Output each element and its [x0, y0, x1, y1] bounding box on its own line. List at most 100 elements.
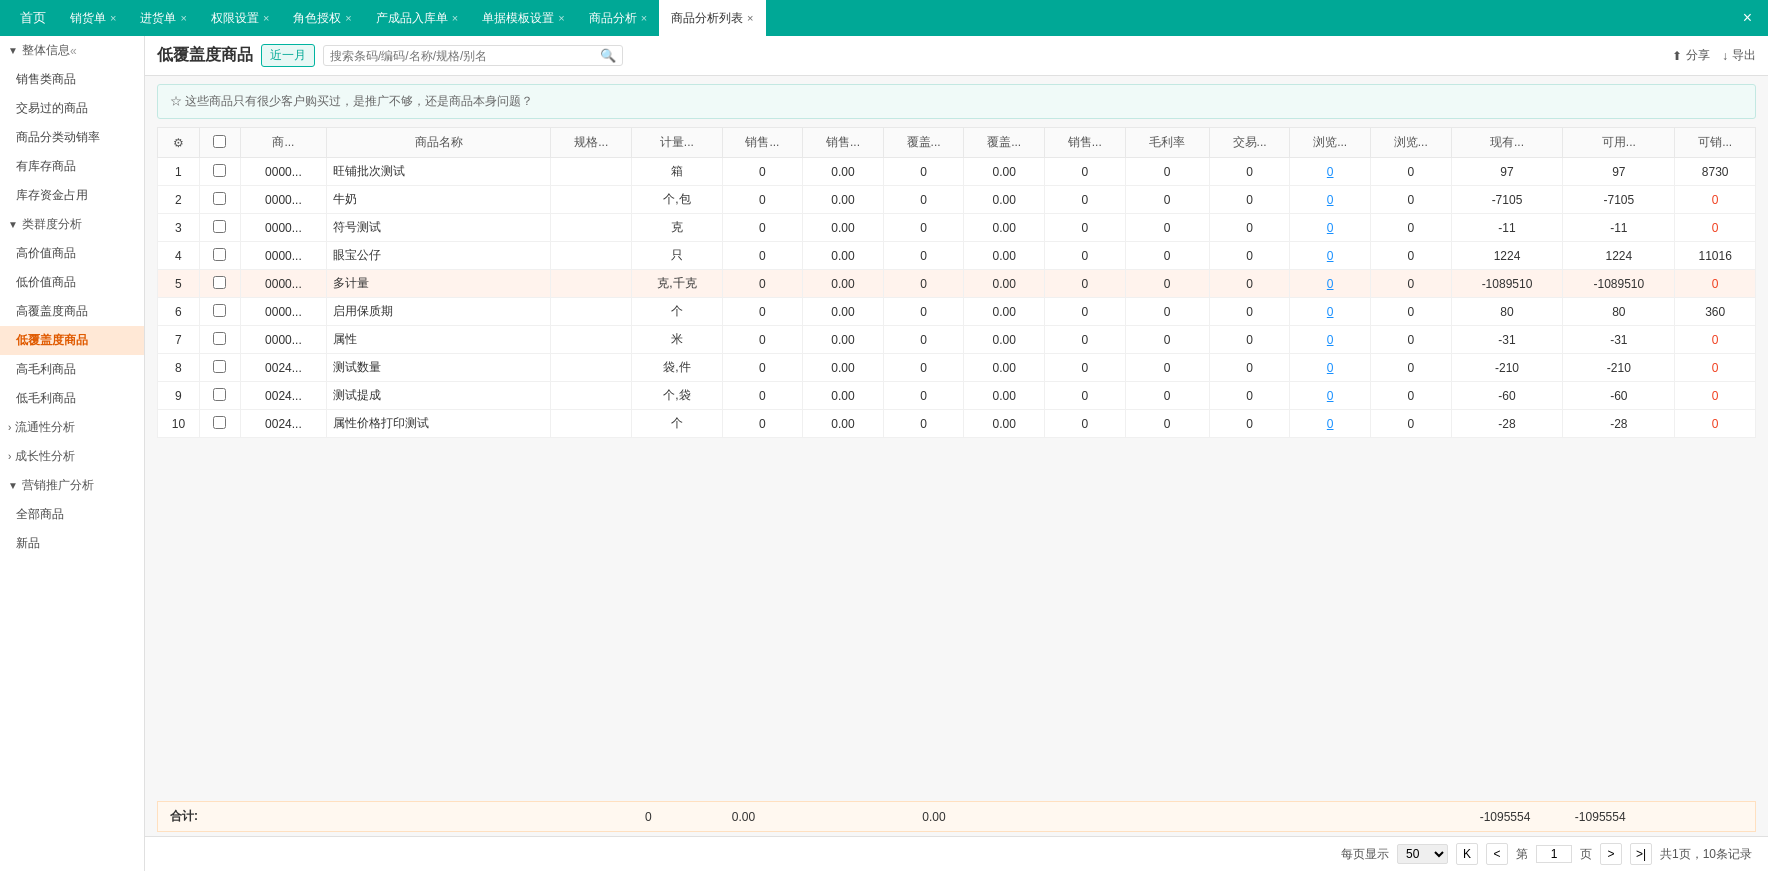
col-browse1[interactable]: 浏览... — [1290, 128, 1371, 158]
sidebar-item-with-stock[interactable]: 有库存商品 — [0, 152, 144, 181]
sidebar-item-low-margin[interactable]: 低毛利商品 — [0, 384, 144, 413]
nav-home[interactable]: 首页 — [8, 0, 58, 36]
next-page-button[interactable]: > — [1600, 843, 1622, 865]
nav-template-close[interactable]: × — [558, 12, 564, 24]
row-checkbox[interactable] — [199, 214, 240, 242]
row-browse1[interactable]: 0 — [1290, 326, 1371, 354]
export-button[interactable]: ↓ 导出 — [1722, 47, 1756, 64]
nav-analysis[interactable]: 商品分析 × — [577, 0, 659, 36]
table-container[interactable]: ⚙ 商... 商品名称 规格... 计量... 销售... 销售... 覆盖..… — [157, 127, 1756, 801]
nav-sales-close[interactable]: × — [110, 12, 116, 24]
nav-sales[interactable]: 销货单 × — [58, 0, 128, 36]
row-checkbox[interactable] — [199, 410, 240, 438]
col-code[interactable]: 商... — [241, 128, 327, 158]
sidebar-item-category-rate[interactable]: 商品分类动销率 — [0, 123, 144, 152]
window-close-button[interactable]: × — [1735, 9, 1760, 27]
row-checkbox[interactable] — [199, 158, 240, 186]
row-no: 4 — [158, 242, 200, 270]
row-browse1[interactable]: 0 — [1290, 354, 1371, 382]
sidebar-section-marketing[interactable]: ▼ 营销推广分析 — [0, 471, 144, 500]
col-trade[interactable]: 交易... — [1209, 128, 1290, 158]
row-browse1[interactable]: 0 — [1290, 410, 1371, 438]
row-browse1[interactable]: 0 — [1290, 214, 1371, 242]
col-margin[interactable]: 毛利率 — [1125, 128, 1209, 158]
col-sales-amt[interactable]: 销售... — [803, 128, 884, 158]
sidebar-section-overall[interactable]: ▼ 整体信息 « — [0, 36, 144, 65]
nav-analysis-list-close[interactable]: × — [747, 12, 753, 24]
row-name: 属性 — [326, 326, 551, 354]
nav-roles[interactable]: 角色授权 × — [281, 0, 363, 36]
nav-analysis-close[interactable]: × — [641, 12, 647, 24]
row-checkbox[interactable] — [199, 270, 240, 298]
row-browse1[interactable]: 0 — [1290, 298, 1371, 326]
row-trade: 0 — [1209, 382, 1290, 410]
row-browse1[interactable]: 0 — [1290, 186, 1371, 214]
sidebar-item-sales-goods[interactable]: 销售类商品 — [0, 65, 144, 94]
sidebar-item-low-value[interactable]: 低价值商品 — [0, 268, 144, 297]
prev-page-button[interactable]: < — [1486, 843, 1508, 865]
row-checkbox[interactable] — [199, 326, 240, 354]
row-sales3: 0 — [1044, 158, 1125, 186]
first-page-button[interactable]: K — [1456, 843, 1478, 865]
col-settings[interactable]: ⚙ — [158, 128, 200, 158]
sidebar-section-flow[interactable]: › 流通性分析 — [0, 413, 144, 442]
sidebar-item-new-goods[interactable]: 新品 — [0, 529, 144, 558]
sidebar-item-low-coverage[interactable]: 低覆盖度商品 — [0, 326, 144, 355]
row-name: 牛奶 — [326, 186, 551, 214]
page-number-input[interactable] — [1536, 845, 1572, 863]
sidebar-item-high-value[interactable]: 高价值商品 — [0, 239, 144, 268]
col-spec[interactable]: 规格... — [551, 128, 632, 158]
col-checkbox[interactable] — [199, 128, 240, 158]
col-coverage2[interactable]: 覆盖... — [964, 128, 1045, 158]
sidebar-collapse-btn[interactable]: « — [70, 44, 77, 58]
sidebar-item-traded-goods[interactable]: 交易过的商品 — [0, 94, 144, 123]
col-sales-qty[interactable]: 销售... — [722, 128, 803, 158]
col-available-stock[interactable]: 可用... — [1563, 128, 1675, 158]
row-spec — [551, 410, 632, 438]
nav-purchase-close[interactable]: × — [180, 12, 186, 24]
row-checkbox[interactable] — [199, 186, 240, 214]
row-cov2: 0.00 — [964, 158, 1045, 186]
nav-roles-close[interactable]: × — [345, 12, 351, 24]
row-checkbox[interactable] — [199, 242, 240, 270]
sidebar-item-stock-fund[interactable]: 库存资金占用 — [0, 181, 144, 210]
col-sales3[interactable]: 销售... — [1044, 128, 1125, 158]
nav-perms-close[interactable]: × — [263, 12, 269, 24]
sidebar-section-cluster[interactable]: ▼ 类群度分析 — [0, 210, 144, 239]
sidebar-section-growth[interactable]: › 成长性分析 — [0, 442, 144, 471]
select-all-checkbox[interactable] — [213, 135, 226, 148]
sidebar-item-high-margin[interactable]: 高毛利商品 — [0, 355, 144, 384]
col-coverage1[interactable]: 覆盖... — [883, 128, 964, 158]
per-page-select[interactable]: 50 20 100 — [1397, 844, 1448, 864]
col-browse2[interactable]: 浏览... — [1370, 128, 1451, 158]
collapse-arrow-growth: › — [8, 451, 11, 462]
sidebar-item-high-coverage[interactable]: 高覆盖度商品 — [0, 297, 144, 326]
sidebar-item-all-goods[interactable]: 全部商品 — [0, 500, 144, 529]
row-checkbox[interactable] — [199, 354, 240, 382]
nav-template[interactable]: 单据模板设置 × — [470, 0, 576, 36]
row-cov1: 0 — [883, 298, 964, 326]
filter-recent-month-button[interactable]: 近一月 — [261, 44, 315, 67]
share-button[interactable]: ⬆ 分享 — [1672, 47, 1710, 64]
col-sellable[interactable]: 可销... — [1675, 128, 1756, 158]
row-checkbox[interactable] — [199, 298, 240, 326]
nav-perms[interactable]: 权限设置 × — [199, 0, 281, 36]
nav-stock-in[interactable]: 产成品入库单 × — [364, 0, 470, 36]
nav-purchase[interactable]: 进货单 × — [128, 0, 198, 36]
row-browse1[interactable]: 0 — [1290, 242, 1371, 270]
search-input[interactable] — [330, 49, 600, 63]
row-current: -7105 — [1451, 186, 1563, 214]
row-browse1[interactable]: 0 — [1290, 382, 1371, 410]
last-page-button[interactable]: >| — [1630, 843, 1652, 865]
nav-analysis-list[interactable]: 商品分析列表 × — [659, 0, 765, 36]
row-code: 0024... — [241, 354, 327, 382]
row-browse1[interactable]: 0 — [1290, 270, 1371, 298]
row-browse2: 0 — [1370, 298, 1451, 326]
col-name[interactable]: 商品名称 — [326, 128, 551, 158]
row-browse1[interactable]: 0 — [1290, 158, 1371, 186]
nav-stock-in-close[interactable]: × — [452, 12, 458, 24]
col-unit[interactable]: 计量... — [632, 128, 723, 158]
row-checkbox[interactable] — [199, 382, 240, 410]
col-current-stock[interactable]: 现有... — [1451, 128, 1563, 158]
table-row: 40000...眼宝公仔只00.0000.0000000122412241101… — [158, 242, 1756, 270]
